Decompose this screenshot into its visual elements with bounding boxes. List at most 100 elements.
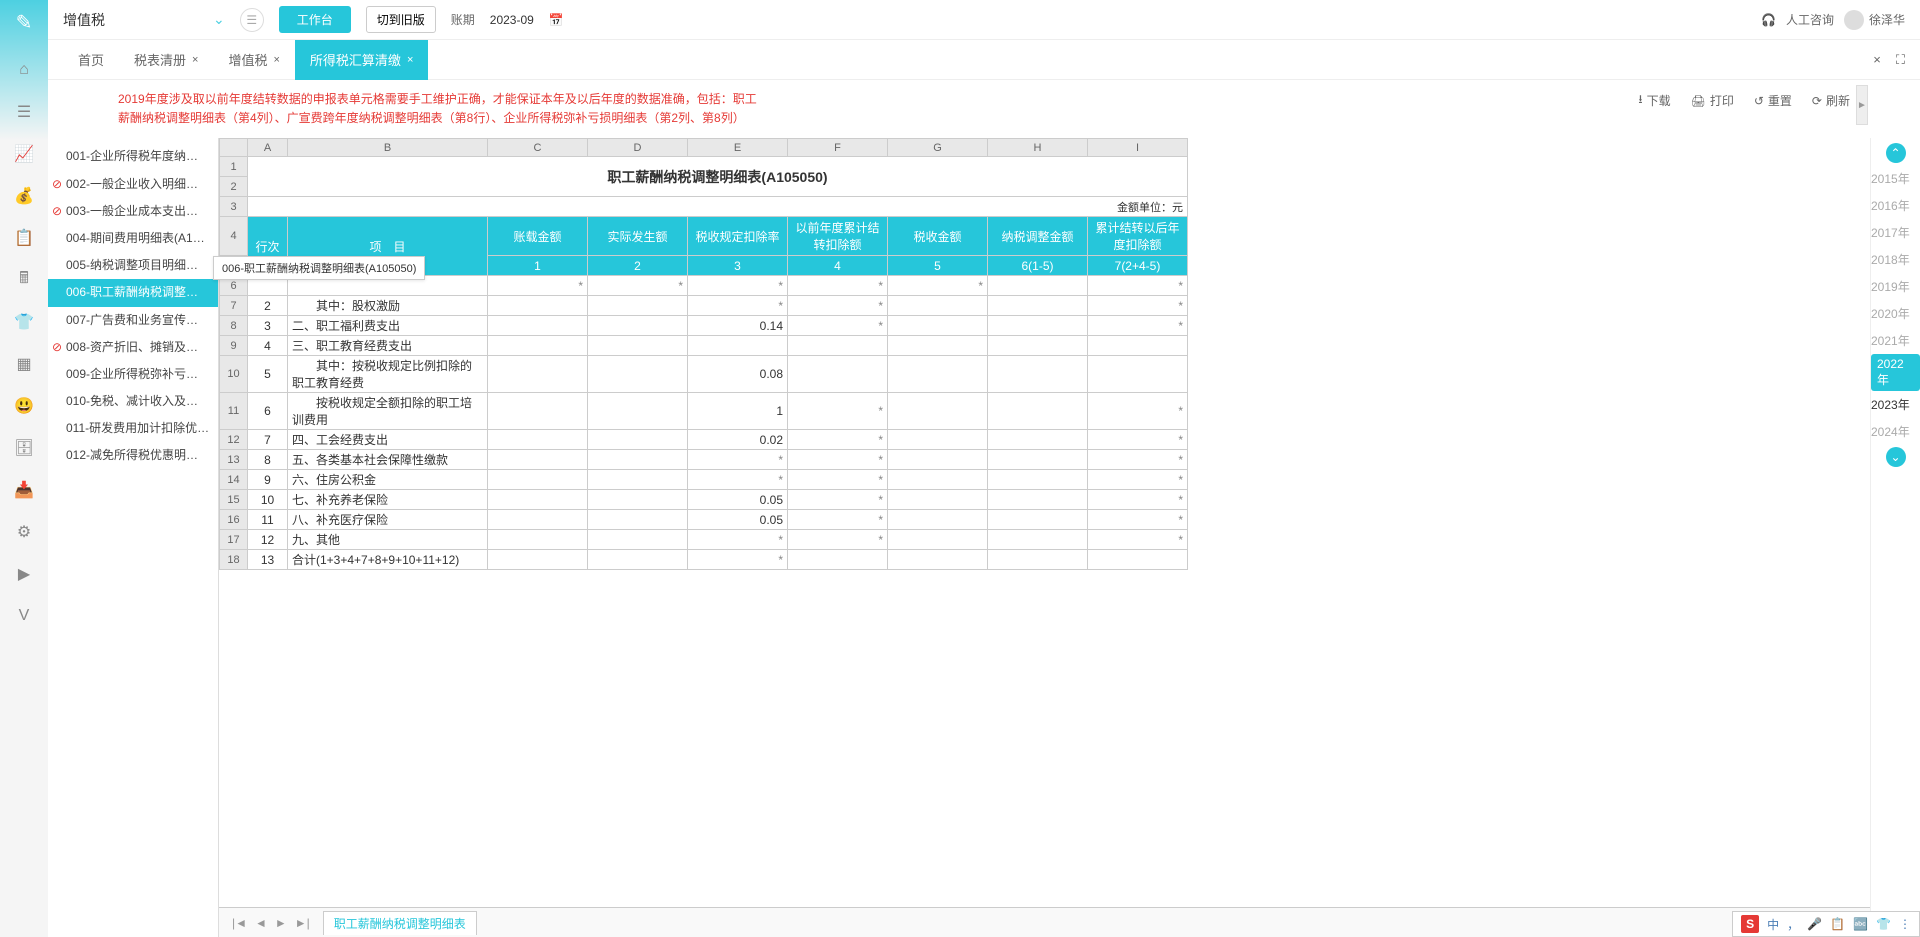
cell[interactable]: 二、职工福利费支出 (288, 316, 488, 336)
form-item[interactable]: ⊘008-资产折旧、摊销及纳税... (48, 334, 218, 361)
cell[interactable]: 九、其他 (288, 530, 488, 550)
cell[interactable] (588, 393, 688, 430)
tax-type-dropdown[interactable]: 增值税 ⌄ (63, 10, 225, 30)
nav-tax-icon[interactable]: 😃 (12, 394, 36, 418)
refresh-button[interactable]: ⟳刷新 (1812, 90, 1850, 111)
cell[interactable]: * (688, 530, 788, 550)
sheet-tab[interactable]: 职工薪酬纳税调整明细表 (323, 911, 477, 935)
cell[interactable]: 12 (248, 530, 288, 550)
cell[interactable]: 3 (248, 316, 288, 336)
cell[interactable]: 4 (248, 336, 288, 356)
cell[interactable]: * (788, 316, 888, 336)
cell[interactable] (788, 356, 888, 393)
cell[interactable] (488, 510, 588, 530)
cell[interactable] (488, 393, 588, 430)
cell[interactable]: * (788, 296, 888, 316)
tab-增值税[interactable]: 增值税× (213, 40, 294, 80)
close-icon[interactable]: × (407, 54, 413, 66)
cell[interactable]: 0.08 (688, 356, 788, 393)
form-item[interactable]: 011-研发费用加计扣除优惠... (48, 415, 218, 442)
cell[interactable] (488, 490, 588, 510)
form-item[interactable]: 009-企业所得税弥补亏损明... (48, 361, 218, 388)
reset-button[interactable]: ↺重置 (1754, 90, 1792, 111)
cell[interactable]: * (1088, 490, 1188, 510)
cell[interactable]: 0.05 (688, 490, 788, 510)
close-all-tabs[interactable]: × (1873, 52, 1881, 68)
cell[interactable] (488, 450, 588, 470)
cell[interactable]: * (888, 276, 988, 296)
cell[interactable] (488, 316, 588, 336)
form-item[interactable]: 004-期间费用明细表(A1040... (48, 225, 218, 252)
cell[interactable]: * (1088, 316, 1188, 336)
workspace-button[interactable]: 工作台 (279, 6, 351, 33)
cell[interactable]: * (688, 296, 788, 316)
cell[interactable]: * (1088, 430, 1188, 450)
nav-doc-icon[interactable]: ☰ (12, 100, 36, 124)
cell[interactable]: 其中：股权激励 (288, 296, 488, 316)
nav-shirt-icon[interactable]: 👕 (12, 310, 36, 334)
ime-toolbar[interactable]: S 中 ， 🎤 📋 🔤 👕 ⋮ (1732, 911, 1920, 937)
cell[interactable] (588, 316, 688, 336)
ime-icon[interactable]: 📋 (1830, 917, 1845, 931)
cell[interactable]: * (788, 470, 888, 490)
year-item[interactable]: 2019年 (1871, 273, 1920, 300)
cell[interactable]: * (1088, 470, 1188, 490)
download-button[interactable]: ⭳下载 (1638, 90, 1670, 111)
nav-archive-icon[interactable]: 🗄 (12, 436, 36, 460)
cell[interactable] (588, 430, 688, 450)
consult-link[interactable]: 人工咨询 (1786, 11, 1834, 28)
cell[interactable] (988, 470, 1088, 490)
nav-chart-icon[interactable]: 📈 (12, 142, 36, 166)
cell[interactable] (988, 393, 1088, 430)
cell[interactable] (888, 296, 988, 316)
cell[interactable]: 11 (248, 510, 288, 530)
form-item[interactable]: 012-减免所得税优惠明细表(... (48, 442, 218, 469)
cell[interactable] (888, 530, 988, 550)
nav-bag-icon[interactable]: 💰 (12, 184, 36, 208)
year-item[interactable]: 2024年 (1871, 418, 1920, 445)
cell[interactable]: 合计(1+3+4+7+8+9+10+11+12) (288, 550, 488, 570)
cell[interactable] (988, 550, 1088, 570)
nav-home-icon[interactable]: ⌂ (12, 58, 36, 82)
close-icon[interactable]: × (273, 54, 279, 66)
year-item[interactable]: 2017年 (1871, 219, 1920, 246)
cell[interactable] (588, 530, 688, 550)
cell[interactable]: 9 (248, 470, 288, 490)
cell[interactable]: 0.02 (688, 430, 788, 450)
cell[interactable] (988, 530, 1088, 550)
cell[interactable]: * (788, 510, 888, 530)
cell[interactable] (588, 450, 688, 470)
cell[interactable]: * (688, 450, 788, 470)
cell[interactable] (988, 276, 1088, 296)
cell[interactable] (588, 356, 688, 393)
nav-video-icon[interactable]: ▶ (12, 562, 36, 586)
cell[interactable] (488, 530, 588, 550)
cell[interactable] (588, 296, 688, 316)
cell[interactable]: 1 (688, 393, 788, 430)
cell[interactable] (888, 356, 988, 393)
form-item[interactable]: 001-企业所得税年度纳税申... (48, 143, 218, 170)
close-icon[interactable]: × (192, 54, 198, 66)
cell[interactable]: 六、住房公积金 (288, 470, 488, 490)
cell[interactable]: 13 (248, 550, 288, 570)
cell[interactable]: * (1088, 276, 1188, 296)
cell[interactable]: * (688, 470, 788, 490)
year-item[interactable]: 2020年 (1871, 300, 1920, 327)
cell[interactable] (1088, 336, 1188, 356)
cell[interactable] (488, 470, 588, 490)
cell[interactable]: 0.05 (688, 510, 788, 530)
cell[interactable]: * (1088, 393, 1188, 430)
cell[interactable]: * (1088, 530, 1188, 550)
nav-inbox-icon[interactable]: 📥 (12, 478, 36, 502)
nav-v-icon[interactable]: V (12, 604, 36, 628)
cell[interactable]: * (1088, 510, 1188, 530)
form-item[interactable]: 010-免税、减计收入及加计... (48, 388, 218, 415)
cell[interactable] (988, 336, 1088, 356)
year-item[interactable]: 2018年 (1871, 246, 1920, 273)
cell[interactable]: 5 (248, 356, 288, 393)
cell[interactable] (988, 296, 1088, 316)
cell[interactable] (588, 470, 688, 490)
cell[interactable]: 0.14 (688, 316, 788, 336)
cell[interactable]: * (788, 490, 888, 510)
nav-grid-icon[interactable]: ▦ (12, 352, 36, 376)
